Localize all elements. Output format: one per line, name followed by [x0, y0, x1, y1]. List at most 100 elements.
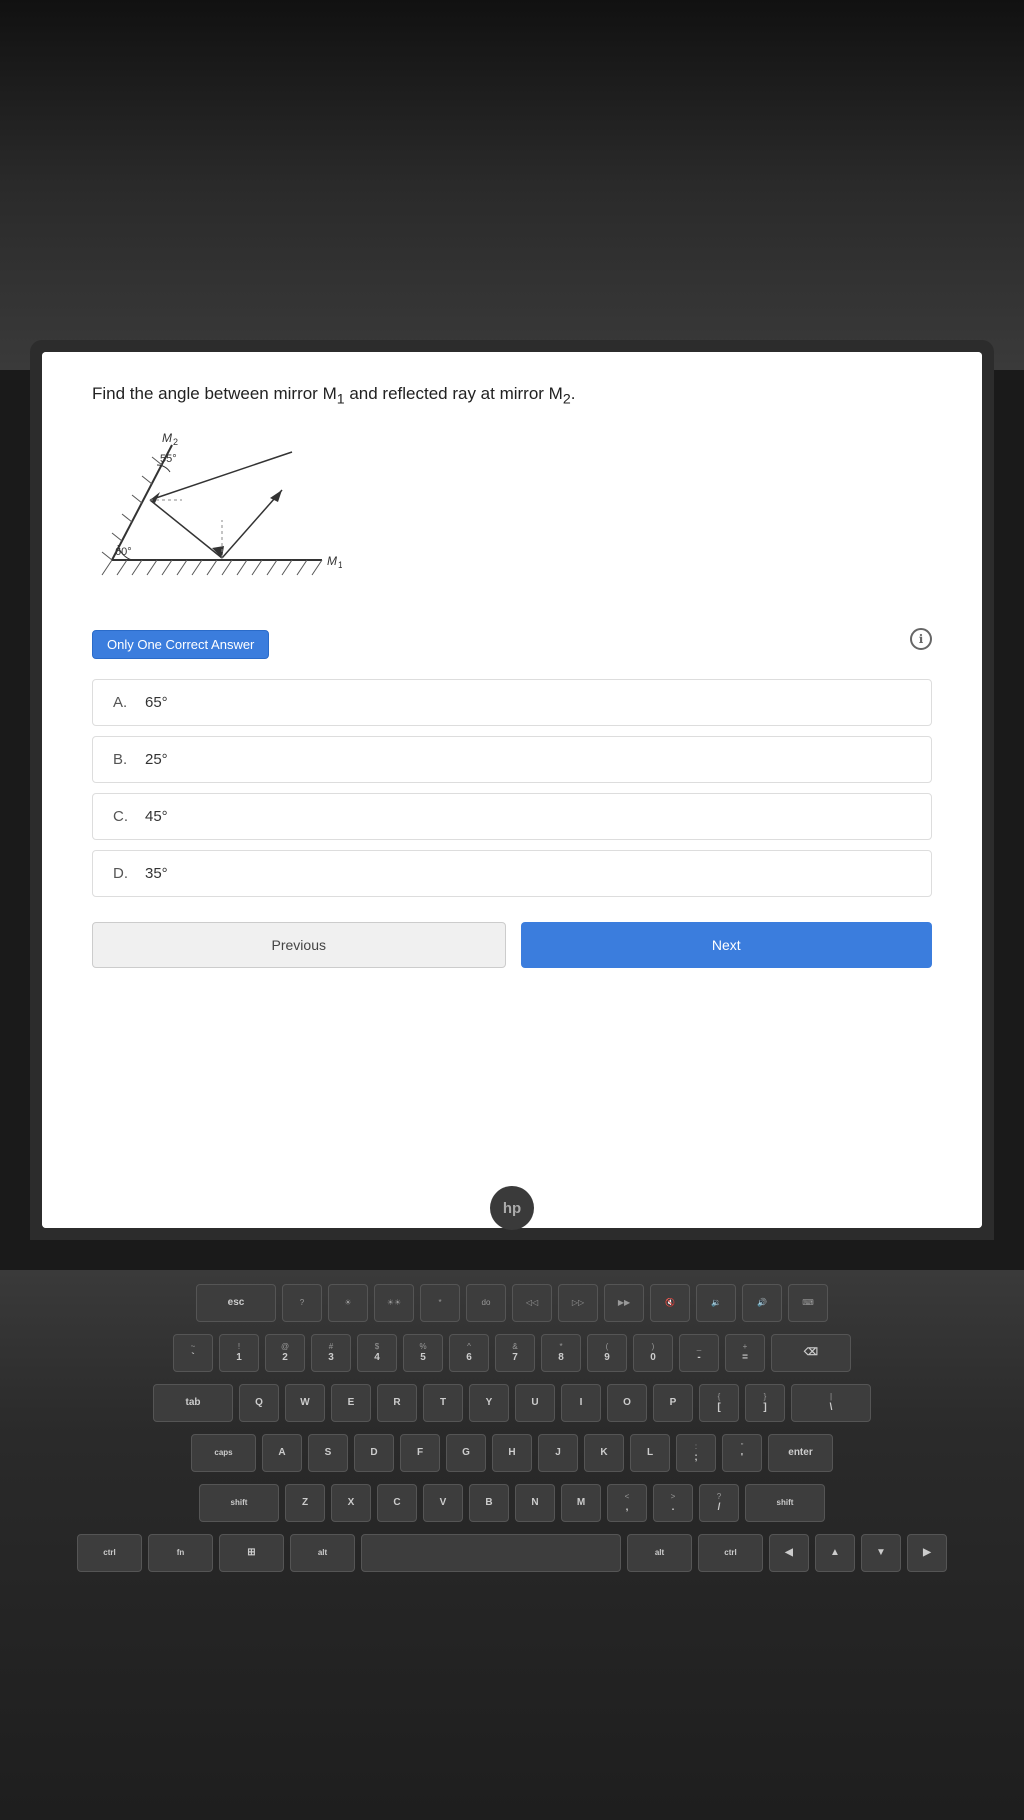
key-bracket-close[interactable]: }] [745, 1384, 785, 1422]
key-n[interactable]: N [515, 1484, 555, 1522]
key-w[interactable]: W [285, 1384, 325, 1422]
key-l[interactable]: L [630, 1434, 670, 1472]
key-arrow-up[interactable]: ▲ [815, 1534, 855, 1572]
key-f3[interactable]: ☀☀ [374, 1284, 414, 1322]
key-x[interactable]: X [331, 1484, 371, 1522]
option-a[interactable]: A. 65° [92, 679, 932, 726]
key-f10[interactable]: 🔉 [696, 1284, 736, 1322]
key-7[interactable]: &7 [495, 1334, 535, 1372]
key-space[interactable] [361, 1534, 621, 1572]
key-caps[interactable]: caps [191, 1434, 256, 1472]
option-b[interactable]: B. 25° [92, 736, 932, 783]
optics-diagram: M 1 M 2 [92, 430, 342, 595]
key-alt-right[interactable]: alt [627, 1534, 692, 1572]
key-tilde[interactable]: ~` [173, 1334, 213, 1372]
key-b[interactable]: B [469, 1484, 509, 1522]
keyboard-area: esc ? ☀ ☀☀ * do ◁◁ ▷▷ ▶▶ 🔇 🔉 🔊 ⌨ ~` !1 @… [0, 1270, 1024, 1820]
key-4[interactable]: $4 [357, 1334, 397, 1372]
key-3[interactable]: #3 [311, 1334, 351, 1372]
key-shift-right[interactable]: shift [745, 1484, 825, 1522]
question-text: Find the angle between mirror M1 and ref… [92, 382, 932, 410]
key-c[interactable]: C [377, 1484, 417, 1522]
key-0[interactable]: )0 [633, 1334, 673, 1372]
svg-text:2: 2 [173, 437, 178, 447]
key-h[interactable]: H [492, 1434, 532, 1472]
key-u[interactable]: U [515, 1384, 555, 1422]
key-minus[interactable]: _- [679, 1334, 719, 1372]
key-backspace[interactable]: ⌫ [771, 1334, 851, 1372]
key-f1[interactable]: ? [282, 1284, 322, 1322]
key-fn[interactable]: fn [148, 1534, 213, 1572]
key-p[interactable]: P [653, 1384, 693, 1422]
key-bracket-open[interactable]: {[ [699, 1384, 739, 1422]
svg-text:M: M [162, 431, 172, 445]
options-container: A. 65° B. 25° C. 45° D. 35° [92, 679, 932, 897]
key-tab[interactable]: tab [153, 1384, 233, 1422]
key-5[interactable]: %5 [403, 1334, 443, 1372]
key-9[interactable]: (9 [587, 1334, 627, 1372]
key-arrow-down[interactable]: ▼ [861, 1534, 901, 1572]
key-8[interactable]: *8 [541, 1334, 581, 1372]
key-f9[interactable]: 🔇 [650, 1284, 690, 1322]
laptop-screen: Find the angle between mirror M1 and ref… [42, 352, 982, 1228]
key-arrow-right[interactable]: ▶ [907, 1534, 947, 1572]
key-equal[interactable]: += [725, 1334, 765, 1372]
key-shift-left[interactable]: shift [199, 1484, 279, 1522]
key-esc[interactable]: esc [196, 1284, 276, 1322]
key-f2[interactable]: ☀ [328, 1284, 368, 1322]
key-y[interactable]: Y [469, 1384, 509, 1422]
info-icon[interactable]: ℹ [910, 628, 932, 650]
key-quote[interactable]: "' [722, 1434, 762, 1472]
key-f7[interactable]: ▷▷ [558, 1284, 598, 1322]
key-period[interactable]: >. [653, 1484, 693, 1522]
key-alt-left[interactable]: alt [290, 1534, 355, 1572]
key-f[interactable]: F [400, 1434, 440, 1472]
key-a[interactable]: A [262, 1434, 302, 1472]
key-f6[interactable]: ◁◁ [512, 1284, 552, 1322]
key-win[interactable]: ⊞ [219, 1534, 284, 1572]
key-i[interactable]: I [561, 1384, 601, 1422]
diagram-container: M 1 M 2 [92, 430, 932, 600]
key-f12[interactable]: ⌨ [788, 1284, 828, 1322]
option-d-value: 35° [145, 865, 168, 882]
key-e[interactable]: E [331, 1384, 371, 1422]
key-f4[interactable]: * [420, 1284, 460, 1322]
key-ctrl-left[interactable]: ctrl [77, 1534, 142, 1572]
key-s[interactable]: S [308, 1434, 348, 1472]
key-q[interactable]: Q [239, 1384, 279, 1422]
svg-text:60°: 60° [115, 546, 132, 558]
key-v[interactable]: V [423, 1484, 463, 1522]
key-g[interactable]: G [446, 1434, 486, 1472]
keyboard-qwerty-row: tab Q W E R T Y U I O P {[ }] |\ [0, 1378, 1024, 1428]
key-r[interactable]: R [377, 1384, 417, 1422]
next-button[interactable]: Next [521, 922, 933, 968]
key-arrow-left[interactable]: ◀ [769, 1534, 809, 1572]
key-6[interactable]: ^6 [449, 1334, 489, 1372]
key-backslash[interactable]: |\ [791, 1384, 871, 1422]
key-semicolon[interactable]: :; [676, 1434, 716, 1472]
key-f8[interactable]: ▶▶ [604, 1284, 644, 1322]
key-ctrl-right[interactable]: ctrl [698, 1534, 763, 1572]
option-c[interactable]: C. 45° [92, 793, 932, 840]
option-b-label: B. [113, 751, 133, 768]
key-j[interactable]: J [538, 1434, 578, 1472]
key-d[interactable]: D [354, 1434, 394, 1472]
key-f11[interactable]: 🔊 [742, 1284, 782, 1322]
key-z[interactable]: Z [285, 1484, 325, 1522]
key-comma[interactable]: <, [607, 1484, 647, 1522]
key-2[interactable]: @2 [265, 1334, 305, 1372]
key-slash[interactable]: ?/ [699, 1484, 739, 1522]
key-m[interactable]: M [561, 1484, 601, 1522]
key-o[interactable]: O [607, 1384, 647, 1422]
key-1[interactable]: !1 [219, 1334, 259, 1372]
key-k[interactable]: K [584, 1434, 624, 1472]
key-enter[interactable]: enter [768, 1434, 833, 1472]
svg-text:55°: 55° [160, 453, 177, 465]
key-t[interactable]: T [423, 1384, 463, 1422]
option-d[interactable]: D. 35° [92, 850, 932, 897]
keyboard-bottom-row: ctrl fn ⊞ alt alt ctrl ◀ ▲ ▼ ▶ [0, 1528, 1024, 1578]
previous-button[interactable]: Previous [92, 922, 506, 968]
key-f5[interactable]: do [466, 1284, 506, 1322]
room-background [0, 0, 1024, 370]
option-d-label: D. [113, 865, 133, 882]
